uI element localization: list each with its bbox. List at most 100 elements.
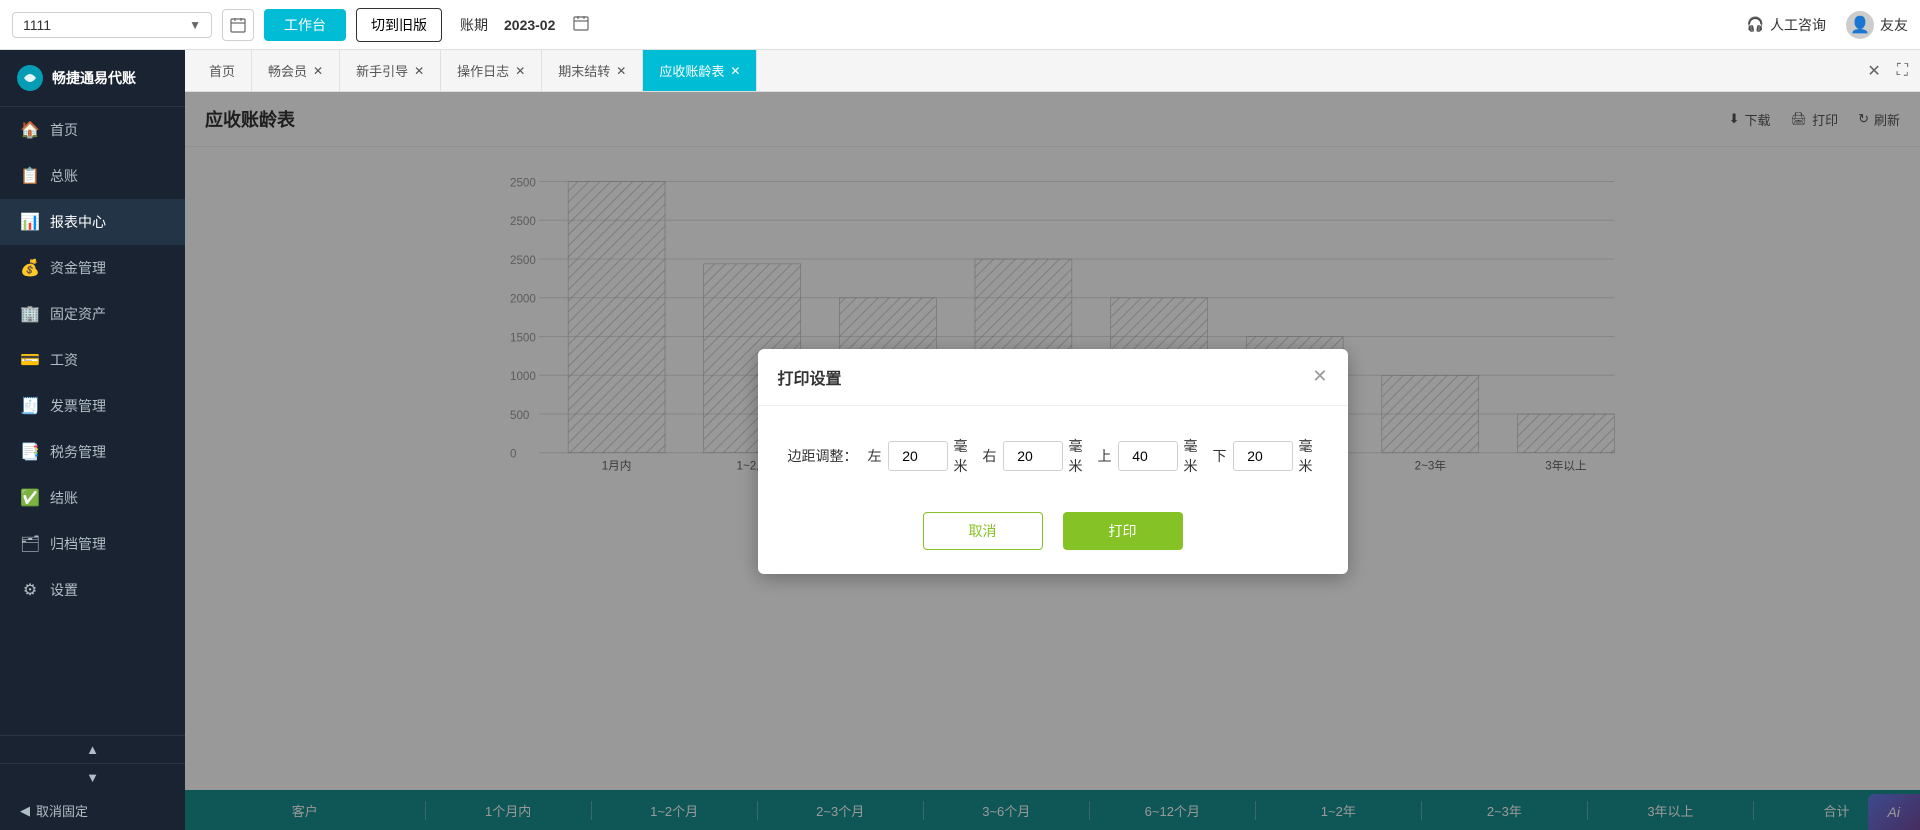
main-layout: 畅捷通易代账 🏠 首页 📋 总账 📊 报表中心 💰 资金管理 🏢 固定资产 💳 … xyxy=(0,50,1920,830)
left-unit: 毫米 xyxy=(954,436,973,476)
collapse-icon: ◀ xyxy=(20,803,30,819)
left-margin-input[interactable] xyxy=(888,441,948,471)
cancel-button[interactable]: 取消 xyxy=(923,512,1043,550)
sidebar-item-archive[interactable]: 🗂 归档管理 xyxy=(0,521,185,567)
company-selector[interactable]: 1111 ▼ xyxy=(12,12,212,38)
sidebar-item-funds[interactable]: 💰 资金管理 xyxy=(0,245,185,291)
period-value: 2023-02 xyxy=(504,17,555,33)
tab-receivable[interactable]: 应收账龄表 ✕ xyxy=(643,50,757,91)
sidebar-item-tax[interactable]: 📑 税务管理 xyxy=(0,429,185,475)
sidebar-scroll-down[interactable]: ▼ xyxy=(0,763,185,791)
left-label: 左 xyxy=(868,446,882,466)
tab-label-receivable: 应收账龄表 xyxy=(659,61,724,80)
tab-label-guide: 新手引导 xyxy=(356,61,408,80)
sidebar-label-funds: 资金管理 xyxy=(50,258,106,278)
left-margin-group: 左 毫米 xyxy=(868,436,973,476)
sidebar-item-close[interactable]: ✅ 结账 xyxy=(0,475,185,521)
tab-label-home: 首页 xyxy=(209,61,235,80)
tab-oplog[interactable]: 操作日志 ✕ xyxy=(441,50,542,91)
sidebar-label-close: 结账 xyxy=(50,488,78,508)
headphone-icon: 🎧 xyxy=(1747,16,1764,33)
bottom-margin-input[interactable] xyxy=(1233,441,1293,471)
tab-period_end[interactable]: 期末结转 ✕ xyxy=(542,50,643,91)
tab-label-oplog: 操作日志 xyxy=(457,61,509,80)
tab-guide[interactable]: 新手引导 ✕ xyxy=(340,50,441,91)
dialog-title: 打印设置 xyxy=(778,365,842,389)
sidebar-label-ledger: 总账 xyxy=(50,166,78,186)
top-margin-input[interactable] xyxy=(1118,441,1178,471)
sidebar-item-ledger[interactable]: 📋 总账 xyxy=(0,153,185,199)
sidebar-icon-archive: 🗂 xyxy=(20,534,40,554)
tab-close-oplog[interactable]: ✕ xyxy=(515,64,525,78)
tab-close-guide[interactable]: ✕ xyxy=(414,64,424,78)
logo-area: 畅捷通易代账 xyxy=(0,50,185,107)
tab-close-member[interactable]: ✕ xyxy=(313,64,323,78)
top-margin-group: 上 毫米 xyxy=(1098,436,1203,476)
dialog-body: 边距调整： 左 毫米 右 毫米 xyxy=(758,406,1348,496)
bottom-label: 下 xyxy=(1213,446,1227,466)
sidebar-icon-funds: 💰 xyxy=(20,258,40,278)
workbench-button[interactable]: 工作台 xyxy=(264,9,346,41)
company-name: 1111 xyxy=(23,17,181,33)
dialog-header: 打印设置 ✕ xyxy=(758,349,1348,406)
avatar: 👤 xyxy=(1846,11,1874,39)
sidebar-label-reports: 报表中心 xyxy=(50,212,106,232)
header-right: 🎧 人工咨询 👤 友友 xyxy=(1747,11,1908,39)
sidebar-item-invoice[interactable]: 🧾 发票管理 xyxy=(0,383,185,429)
print-dialog-overlay: 打印设置 ✕ 边距调整： 左 毫米 右 xyxy=(185,92,1920,830)
tab-close-receivable[interactable]: ✕ xyxy=(730,64,740,78)
support-button[interactable]: 🎧 人工咨询 xyxy=(1747,15,1826,35)
confirm-print-button[interactable]: 打印 xyxy=(1063,512,1183,550)
calendar-icon[interactable] xyxy=(222,9,254,41)
tab-home[interactable]: 首页 xyxy=(193,50,252,91)
sidebar-icon-assets: 🏢 xyxy=(20,304,40,324)
sidebar-label-tax: 税务管理 xyxy=(50,442,106,462)
sidebar-label-settings: 设置 xyxy=(50,580,78,600)
sidebar-item-assets[interactable]: 🏢 固定资产 xyxy=(0,291,185,337)
dialog-close-button[interactable]: ✕ xyxy=(1312,366,1327,387)
sidebar-scroll-up[interactable]: ▲ xyxy=(0,735,185,763)
margin-form-row: 边距调整： 左 毫米 右 毫米 xyxy=(788,436,1318,476)
content-area: 首页畅会员✕新手引导✕操作日志✕期末结转✕应收账龄表✕ ✕ ⛶ 应收账龄表 ⬇ … xyxy=(185,50,1920,830)
maximize-button[interactable]: ⛶ xyxy=(1893,58,1912,84)
sidebar-label-archive: 归档管理 xyxy=(50,534,106,554)
support-label: 人工咨询 xyxy=(1770,15,1826,35)
logo-icon xyxy=(16,64,44,92)
right-label: 右 xyxy=(983,446,997,466)
sidebar-item-reports[interactable]: 📊 报表中心 xyxy=(0,199,185,245)
sidebar-icon-ledger: 📋 xyxy=(20,166,40,186)
tab-close-period_end[interactable]: ✕ xyxy=(616,64,626,78)
sidebar-item-salary[interactable]: 💳 工资 xyxy=(0,337,185,383)
top-label: 上 xyxy=(1098,446,1112,466)
sidebar-item-home[interactable]: 🏠 首页 xyxy=(0,107,185,153)
right-unit: 毫米 xyxy=(1069,436,1088,476)
right-margin-input[interactable] xyxy=(1003,441,1063,471)
margin-label: 边距调整： xyxy=(788,446,858,466)
print-settings-dialog: 打印设置 ✕ 边距调整： 左 毫米 右 xyxy=(758,349,1348,574)
sidebar-icon-salary: 💳 xyxy=(20,350,40,370)
collapse-button[interactable]: ◀ 取消固定 xyxy=(0,791,185,830)
tab-member[interactable]: 畅会员✕ xyxy=(252,50,340,91)
user-label: 友友 xyxy=(1880,15,1908,35)
close-window-button[interactable]: ✕ xyxy=(1863,57,1884,85)
switch-old-button[interactable]: 切到旧版 xyxy=(356,8,442,42)
user-button[interactable]: 👤 友友 xyxy=(1846,11,1908,39)
tabs-actions: ✕ ⛶ xyxy=(1863,57,1912,85)
sidebar-icon-close: ✅ xyxy=(20,488,40,508)
sidebar-icon-tax: 📑 xyxy=(20,442,40,462)
period-label: 账期 xyxy=(460,15,488,35)
tabs-container: 首页畅会员✕ 新手引导 ✕ 操作日志 ✕ 期末结转 ✕ 应收账龄表 ✕ xyxy=(193,50,757,91)
sidebar-label-invoice: 发票管理 xyxy=(50,396,106,416)
top-unit: 毫米 xyxy=(1184,436,1203,476)
tab-label-period_end: 期末结转 xyxy=(558,61,610,80)
sidebar-label-home: 首页 xyxy=(50,120,78,140)
right-margin-group: 右 毫米 xyxy=(983,436,1088,476)
sidebar-icon-settings: ⚙ xyxy=(20,580,40,600)
sidebar: 畅捷通易代账 🏠 首页 📋 总账 📊 报表中心 💰 资金管理 🏢 固定资产 💳 … xyxy=(0,50,185,830)
sidebar-items: 🏠 首页 📋 总账 📊 报表中心 💰 资金管理 🏢 固定资产 💳 工资 🧾 发票… xyxy=(0,107,185,613)
sidebar-item-settings[interactable]: ⚙ 设置 xyxy=(0,567,185,613)
period-calendar-icon[interactable] xyxy=(569,15,589,34)
sidebar-label-assets: 固定资产 xyxy=(50,304,106,324)
logo-text: 畅捷通易代账 xyxy=(52,68,136,88)
tabs-bar: 首页畅会员✕ 新手引导 ✕ 操作日志 ✕ 期末结转 ✕ 应收账龄表 ✕ ✕ ⛶ xyxy=(185,50,1920,92)
